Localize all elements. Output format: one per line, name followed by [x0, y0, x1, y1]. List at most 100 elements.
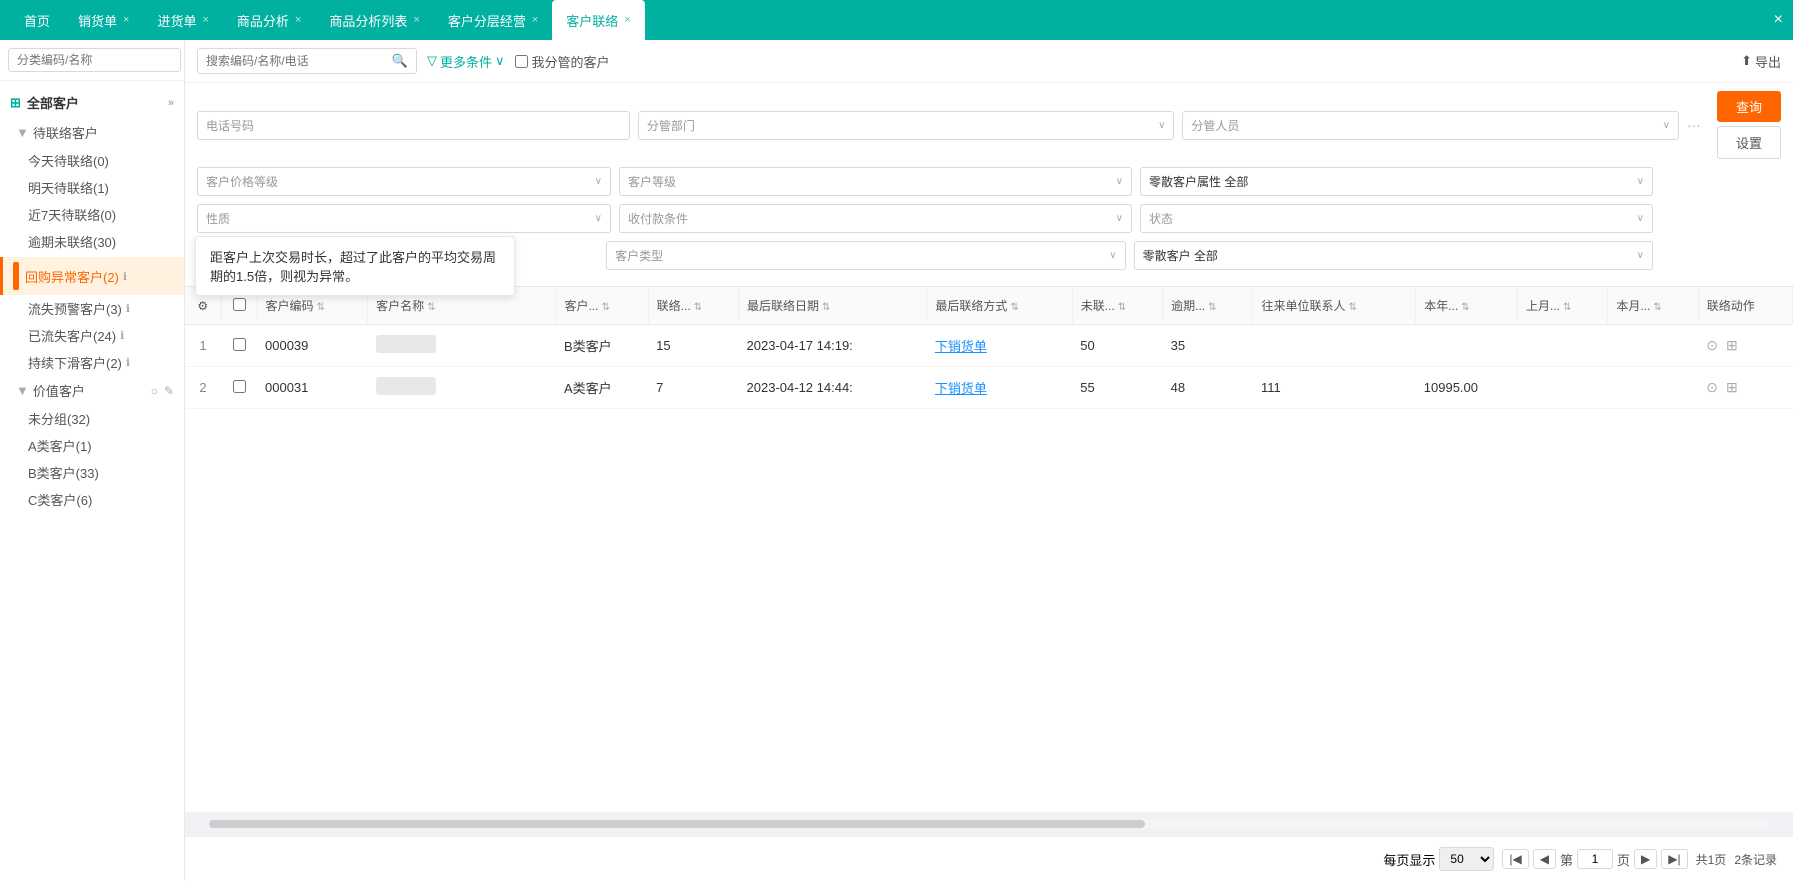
- sort-code[interactable]: ⇅: [317, 302, 325, 313]
- nav-close-sales[interactable]: ×: [123, 14, 129, 26]
- page-nav: |◀ ◀ 第 页 ▶ ▶|: [1502, 849, 1687, 869]
- nav-close-product-list[interactable]: ×: [413, 14, 419, 26]
- settings-button[interactable]: 设置: [1717, 126, 1781, 159]
- per-page-select[interactable]: 10 20 50 100: [1439, 847, 1494, 871]
- filter-person[interactable]: 分管人员 ∨: [1182, 111, 1679, 140]
- sort-lastmethod[interactable]: ⇅: [1010, 302, 1018, 313]
- row1-grid-icon[interactable]: ⊞: [1726, 337, 1738, 354]
- filter-customer-type[interactable]: 客户类型 ∨: [606, 241, 1125, 270]
- info-icon-already-lost[interactable]: ℹ: [120, 329, 124, 342]
- nav-close-customer-tier[interactable]: ×: [532, 14, 538, 26]
- sidebar-collapse-btn[interactable]: »: [168, 97, 174, 109]
- nav-close-product-analysis[interactable]: ×: [295, 14, 301, 26]
- filter-scatter-customer[interactable]: 零散客户 全部 ∨: [1134, 241, 1653, 270]
- sidebar-cclass[interactable]: C类客户(6): [0, 486, 184, 513]
- sidebar-ungrouped[interactable]: 未分组(32): [0, 405, 184, 432]
- nav-close-purchase[interactable]: ×: [202, 14, 208, 26]
- more-filters-btn[interactable]: ▽ 更多条件 ∨: [427, 52, 505, 71]
- nav-customer-tier[interactable]: 客户分层经营 ×: [434, 0, 552, 40]
- sort-lastmonth[interactable]: ⇅: [1563, 302, 1571, 313]
- row1-type: B类客户: [556, 325, 648, 367]
- row2-link-icon[interactable]: ⊙: [1706, 379, 1718, 396]
- sidebar-pending-title[interactable]: ▼ 待联络客户: [0, 118, 184, 147]
- nav-customer-contact[interactable]: 客户联络 ×: [552, 0, 644, 40]
- window-close-button[interactable]: ×: [1774, 11, 1783, 29]
- sort-type[interactable]: ⇅: [601, 302, 609, 313]
- export-btn[interactable]: ⬆ 导出: [1741, 52, 1781, 71]
- sidebar-all-customers[interactable]: ⊞ 全部客户 »: [0, 87, 184, 118]
- select-all-checkbox[interactable]: [233, 298, 246, 311]
- row2-last-method[interactable]: 下销货单: [927, 367, 1072, 409]
- row1-link-icon[interactable]: ⊙: [1706, 337, 1718, 354]
- nav-purchase[interactable]: 进货单 ×: [143, 0, 222, 40]
- search-input[interactable]: [206, 54, 388, 68]
- my-customers-checkbox[interactable]: 我分管的客户: [515, 52, 610, 71]
- nav-home[interactable]: 首页: [10, 0, 64, 40]
- sort-name[interactable]: ⇅: [427, 302, 435, 313]
- horizontal-scrollbar[interactable]: [209, 820, 1769, 828]
- search-icon[interactable]: 🔍: [392, 53, 408, 69]
- nav-close-customer-contact[interactable]: ×: [624, 14, 630, 26]
- row2-last-date: 2023-04-12 14:44:: [739, 367, 927, 409]
- sort-contacts[interactable]: ⇅: [1349, 302, 1357, 313]
- row2-type: A类客户: [556, 367, 648, 409]
- sidebar-search-area: 🔍: [0, 40, 184, 81]
- sidebar-overdue[interactable]: 逾期未联络(30): [0, 228, 184, 255]
- sidebar-repurchase-abnormal[interactable]: 回购异常客户(2) ℹ: [0, 257, 184, 295]
- sidebar-lost-warning[interactable]: 流失预警客户(3) ℹ: [0, 295, 184, 322]
- sort-thismonth[interactable]: ⇅: [1653, 302, 1661, 313]
- my-customers-check[interactable]: [515, 55, 528, 68]
- row1-overdue: 35: [1163, 325, 1253, 367]
- sort-contact[interactable]: ⇅: [694, 302, 702, 313]
- row1-contact: 15: [648, 325, 738, 367]
- sidebar-today[interactable]: 今天待联络(0): [0, 147, 184, 174]
- row2-thisyear: 10995.00: [1416, 367, 1518, 409]
- info-icon-lost[interactable]: ℹ: [126, 302, 130, 315]
- sort-thisyear[interactable]: ⇅: [1461, 302, 1469, 313]
- filter-customer-level[interactable]: 客户等级 ∨: [619, 167, 1132, 196]
- row2-select[interactable]: [233, 380, 246, 393]
- sidebar-bclass[interactable]: B类客户(33): [0, 459, 184, 486]
- table-area: ⚙ 客户编码⇅ 客户名称⇅ 客户...⇅: [185, 287, 1793, 812]
- last-page-btn[interactable]: ▶|: [1661, 849, 1687, 869]
- sidebar-value-section: ▼ 价值客户 ○ ✎ 未分组(32) A类客户(1) B类客户(33): [0, 376, 184, 513]
- row1-name: [368, 325, 556, 367]
- sidebar-tomorrow[interactable]: 明天待联络(1): [0, 174, 184, 201]
- sidebar-search-input[interactable]: [8, 48, 181, 72]
- chevron-down-icon: ∨: [495, 53, 505, 69]
- next-page-btn[interactable]: ▶: [1634, 849, 1657, 869]
- filter-scatter-attr[interactable]: 零散客户属性 全部 ∨: [1140, 167, 1653, 196]
- col-unlinkdays: 未联...⇅: [1072, 287, 1162, 325]
- filter-price-level[interactable]: 客户价格等级 ∨: [197, 167, 611, 196]
- sort-overdue[interactable]: ⇅: [1208, 302, 1216, 313]
- sort-lastdate[interactable]: ⇅: [822, 302, 830, 313]
- edit2-icon-value[interactable]: ✎: [164, 384, 174, 398]
- sort-unlink[interactable]: ⇅: [1118, 302, 1126, 313]
- row2-grid-icon[interactable]: ⊞: [1726, 379, 1738, 396]
- first-page-btn[interactable]: |◀: [1502, 849, 1528, 869]
- info-icon-repurchase[interactable]: ℹ: [123, 270, 127, 283]
- filter-phone[interactable]: 电话号码: [197, 111, 630, 140]
- sidebar-7days[interactable]: 近7天待联络(0): [0, 201, 184, 228]
- query-button[interactable]: 查询: [1717, 91, 1781, 122]
- row1-last-method[interactable]: 下销货单: [927, 325, 1072, 367]
- page-input[interactable]: [1577, 849, 1613, 869]
- nav-product-analysis[interactable]: 商品分析 ×: [223, 0, 315, 40]
- filter-status[interactable]: 状态 ∨: [1140, 204, 1653, 233]
- row2-thismonth: [1608, 367, 1698, 409]
- row1-select[interactable]: [233, 338, 246, 351]
- filter-payment[interactable]: 收付款条件 ∨: [619, 204, 1132, 233]
- filter-dept[interactable]: 分管部门 ∨: [638, 111, 1175, 140]
- sidebar-already-lost[interactable]: 已流失客户(24) ℹ: [0, 322, 184, 349]
- sidebar-value-title[interactable]: ▼ 价值客户 ○ ✎: [0, 376, 184, 405]
- sidebar-aclass[interactable]: A类客户(1): [0, 432, 184, 459]
- info-icon-declining[interactable]: ℹ: [126, 356, 130, 369]
- filter-row-2: 客户价格等级 ∨ 客户等级 ∨ 零散客户属性 全部 ∨: [197, 167, 1781, 196]
- nav-sales[interactable]: 销货单 ×: [64, 0, 143, 40]
- filter-nature[interactable]: 性质 ∨: [197, 204, 611, 233]
- edit-icon-value[interactable]: ○: [151, 384, 158, 398]
- prev-page-btn[interactable]: ◀: [1533, 849, 1556, 869]
- filter-person-dots[interactable]: ···: [1687, 117, 1701, 133]
- nav-product-list[interactable]: 商品分析列表 ×: [315, 0, 433, 40]
- sidebar-declining[interactable]: 持续下滑客户(2) ℹ: [0, 349, 184, 376]
